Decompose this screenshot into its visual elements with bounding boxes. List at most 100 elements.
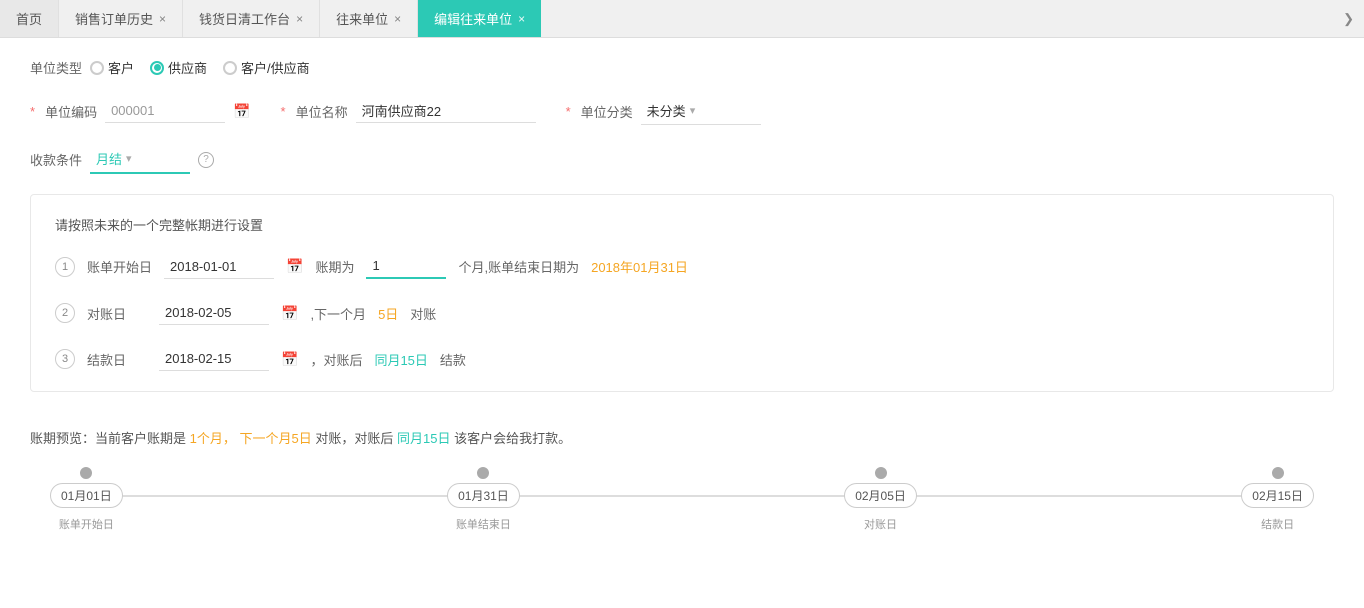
tl-dot-1	[80, 467, 92, 479]
preview-part1: 1个月，	[190, 431, 236, 446]
setting-row-1: 1 账单开始日 📅 账期为 个月,账单结束日期为 2018年01月31日	[55, 254, 1309, 279]
unit-info-row: * 单位编码 📅 * 单位名称 * 单位分类 未分类 ▾	[30, 97, 1334, 125]
preview-part2: 下一个月5日	[240, 431, 312, 446]
payment-date-calendar-icon[interactable]: 📅	[281, 351, 298, 368]
timeline-point-1: 01月01日 账单开始日	[50, 467, 123, 532]
preview-part4: 同月15日	[397, 431, 450, 446]
reconcile-desc1: ,下一个月	[310, 304, 366, 323]
start-date-calendar-icon[interactable]: 📅	[286, 258, 303, 275]
panel-title: 请按照未来的一个完整帐期进行设置	[55, 215, 1309, 234]
payment-condition-row: 收款条件 月结 ▾ ?	[30, 145, 1334, 174]
timeline-items: 01月01日 账单开始日 01月31日 账单结束日 02月05日	[50, 467, 1314, 532]
preview-prefix: 账期预览：当前客户账期是	[30, 431, 186, 446]
main-content: 单位类型 客户 供应商 客户/供应商 * 单位编码	[0, 38, 1364, 608]
setting-row-2: 2 对账日 📅 ,下一个月 5日 对账	[55, 301, 1309, 325]
tl-dot-3	[875, 467, 887, 479]
unit-category-required-star: *	[566, 104, 571, 119]
tab-counterparty-close[interactable]: ×	[394, 12, 401, 26]
radio-supplier-label: 供应商	[168, 58, 207, 77]
radio-both[interactable]: 客户/供应商	[223, 58, 310, 77]
payment-condition-select[interactable]: 月结 ▾	[90, 145, 190, 174]
reconcile-date-calendar-icon[interactable]: 📅	[281, 305, 298, 322]
row-label-2: 对账日	[87, 304, 147, 323]
tab-counterparty-label: 往来单位	[336, 9, 388, 28]
tl-badge-3: 02月05日	[844, 483, 917, 508]
tl-label-3: 对账日	[864, 516, 897, 532]
tab-cash-desk[interactable]: 钱货日清工作台 ×	[183, 0, 320, 37]
tab-overflow-button[interactable]: ❯	[1333, 0, 1364, 37]
start-date-input[interactable]	[164, 255, 274, 279]
payment-condition-help-icon[interactable]: ?	[198, 152, 214, 168]
tl-badge-2: 01月31日	[447, 483, 520, 508]
tab-edit-counterparty[interactable]: 编辑往来单位 ×	[418, 0, 541, 37]
tab-sales-order-close[interactable]: ×	[159, 12, 166, 26]
period-month-label: 个月,账单结束日期为	[458, 257, 579, 276]
unit-name-required-star: *	[281, 104, 286, 119]
payment-condition-arrow-icon: ▾	[126, 152, 132, 165]
tab-edit-counterparty-close[interactable]: ×	[518, 12, 525, 26]
tl-label-1: 账单开始日	[59, 516, 114, 532]
unit-type-group: 单位类型 客户 供应商 客户/供应商	[30, 58, 310, 77]
timeline-point-2: 01月31日 账单结束日	[447, 467, 520, 532]
unit-type-row: 单位类型 客户 供应商 客户/供应商	[30, 58, 1334, 77]
radio-customer-label: 客户	[108, 58, 134, 77]
settings-panel: 请按照未来的一个完整帐期进行设置 1 账单开始日 📅 账期为 个月,账单结束日期…	[30, 194, 1334, 392]
tab-sales-order[interactable]: 销售订单历史 ×	[59, 0, 183, 37]
tab-counterparty[interactable]: 往来单位 ×	[320, 0, 418, 37]
row-num-3: 3	[55, 349, 75, 369]
reconcile-desc2: 对账	[410, 304, 436, 323]
tl-date-4: 02月15日	[1252, 489, 1303, 503]
unit-category-value: 未分类	[647, 101, 686, 120]
reconcile-highlight: 5日	[378, 304, 398, 323]
radio-both-label: 客户/供应商	[241, 58, 310, 77]
setting-row-3: 3 结款日 📅 ，对账后 同月15日 结款	[55, 347, 1309, 371]
radio-supplier[interactable]: 供应商	[150, 58, 207, 77]
tab-home-label: 首页	[16, 9, 42, 28]
radio-both-circle	[223, 61, 237, 75]
radio-customer[interactable]: 客户	[90, 58, 134, 77]
tab-edit-counterparty-label: 编辑往来单位	[434, 9, 512, 28]
tl-badge-1: 01月01日	[50, 483, 123, 508]
tl-date-1: 01月01日	[61, 489, 112, 503]
radio-customer-circle	[90, 61, 104, 75]
unit-category-group: * 单位分类 未分类 ▾	[566, 97, 761, 125]
unit-category-arrow-icon: ▾	[690, 104, 696, 117]
period-input[interactable]	[366, 254, 446, 279]
preview-section: 账期预览：当前客户账期是 1个月， 下一个月5日 对账，对账后 同月15日 该客…	[30, 412, 1334, 532]
period-suffix-label: 账期为	[315, 257, 354, 276]
tab-bar: 首页 销售订单历史 × 钱货日清工作台 × 往来单位 × 编辑往来单位 × ❯	[0, 0, 1364, 38]
row-label-3: 结款日	[87, 350, 147, 369]
row-num-2: 2	[55, 303, 75, 323]
tl-date-2: 01月31日	[458, 489, 509, 503]
tl-date-3: 02月05日	[855, 489, 906, 503]
payment-condition-value: 月结	[96, 149, 122, 168]
tab-cash-desk-close[interactable]: ×	[296, 12, 303, 26]
unit-name-label: 单位名称	[296, 102, 348, 121]
radio-supplier-circle	[150, 61, 164, 75]
payment-desc1: ，对账后	[310, 350, 362, 369]
chevron-right-icon: ❯	[1343, 11, 1354, 27]
payment-highlight: 同月15日	[374, 350, 427, 369]
tl-label-2: 账单结束日	[456, 516, 511, 532]
unit-code-group: * 单位编码 📅	[30, 99, 251, 123]
unit-type-label: 单位类型	[30, 58, 82, 77]
tab-cash-desk-label: 钱货日清工作台	[199, 9, 290, 28]
payment-date-input[interactable]	[159, 347, 269, 371]
unit-name-input[interactable]	[356, 99, 536, 123]
timeline-container: 01月01日 账单开始日 01月31日 账单结束日 02月05日	[30, 467, 1334, 532]
tl-badge-4: 02月15日	[1241, 483, 1314, 508]
unit-category-label: 单位分类	[581, 102, 633, 121]
reconcile-date-input[interactable]	[159, 301, 269, 325]
radio-group-unit-type: 客户 供应商 客户/供应商	[90, 58, 310, 77]
unit-category-select[interactable]: 未分类 ▾	[641, 97, 761, 125]
unit-code-input[interactable]	[105, 99, 225, 123]
unit-code-calendar-icon[interactable]: 📅	[233, 103, 250, 120]
preview-text: 账期预览：当前客户账期是 1个月， 下一个月5日 对账，对账后 同月15日 该客…	[30, 428, 1334, 447]
tl-dot-4	[1272, 467, 1284, 479]
tab-home[interactable]: 首页	[0, 0, 59, 37]
tl-dot-2	[477, 467, 489, 479]
unit-code-label: 单位编码	[45, 102, 97, 121]
unit-code-required-star: *	[30, 104, 35, 119]
tl-label-4: 结款日	[1261, 516, 1294, 532]
period-end-date: 2018年01月31日	[591, 257, 688, 276]
